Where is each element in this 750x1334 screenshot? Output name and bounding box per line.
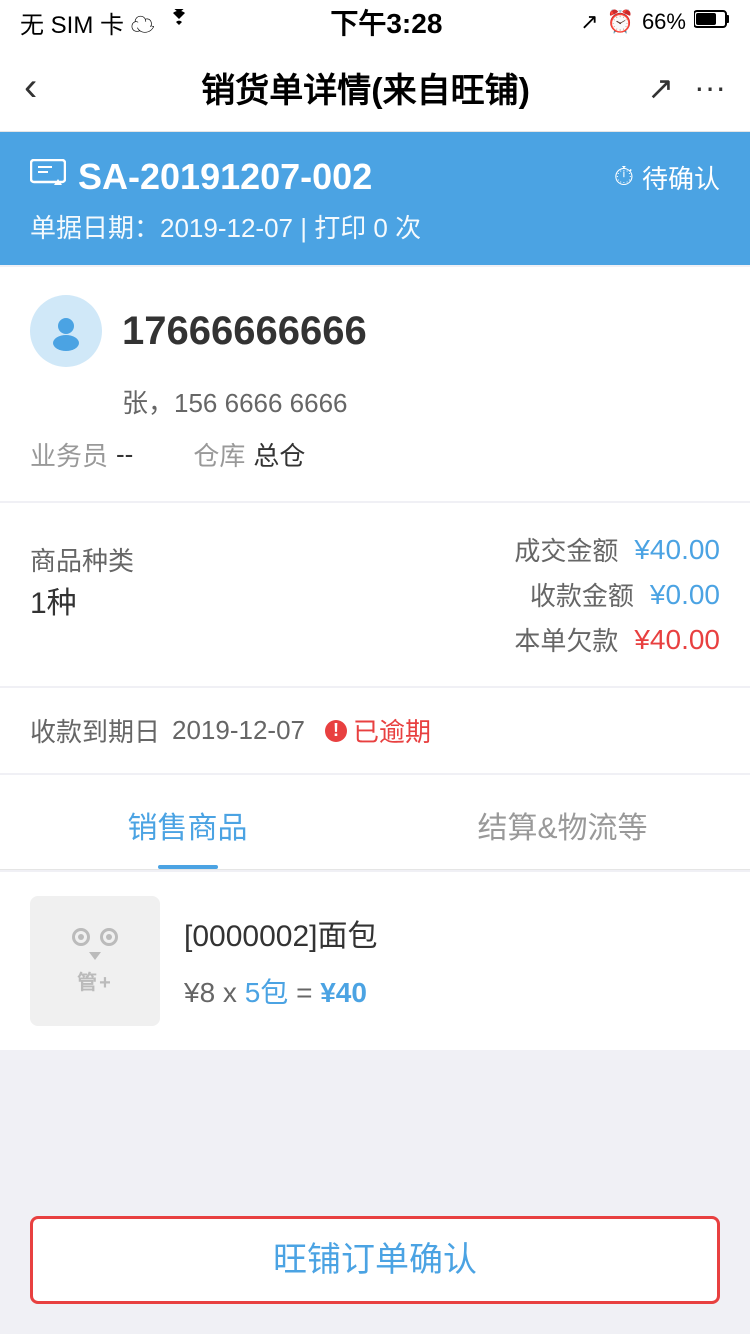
nav-title: 销货单详情(来自旺铺) <box>84 63 647 112</box>
customer-card: 17666666666 张，156 6666 6666 业务员 -- 仓库 总仓 <box>0 267 750 501</box>
salesperson-value: -- <box>116 439 133 470</box>
sim-status: 无 SIM 卡 ☁ <box>20 5 155 40</box>
owed-value: ¥40.00 <box>634 624 720 656</box>
battery-status: 66% <box>642 9 686 35</box>
due-value: 2019-12-07 <box>172 715 305 746</box>
warehouse-value: 总仓 <box>253 436 305 473</box>
owl-left-eye <box>72 928 90 946</box>
amount-row: 成交金额 ¥40.00 <box>514 531 720 568</box>
overdue-icon: ! <box>325 720 347 742</box>
customer-avatar <box>30 295 102 367</box>
product-info: [0000002]面包 ¥8 x 5包 = ¥40 <box>184 911 720 1011</box>
alarm-icon: ⏰ <box>607 9 634 35</box>
nav-bar: ‹ 销货单详情(来自旺铺) ↗ ··· <box>0 44 750 132</box>
nav-left: ‹ <box>24 65 84 110</box>
owl-beak <box>89 952 101 960</box>
tab-settlement-logistics[interactable]: 结算&物流等 <box>375 775 750 869</box>
status-right: ↗ ⏰ 66% <box>580 9 730 35</box>
confirm-order-button[interactable]: 旺铺订单确认 <box>30 1216 720 1304</box>
salesperson-label: 业务员 <box>30 436 108 473</box>
owl-text: 管+ <box>77 966 113 995</box>
more-button[interactable]: ··· <box>694 69 726 106</box>
product-card: 管+ [0000002]面包 ¥8 x 5包 = ¥40 <box>0 872 750 1050</box>
summary-card: 商品种类 1种 成交金额 ¥40.00 收款金额 ¥0.00 本单欠款 ¥40.… <box>0 503 750 686</box>
overdue-text: 已逾期 <box>353 712 431 749</box>
overdue-badge: ! 已逾期 <box>325 712 431 749</box>
status-left: 无 SIM 卡 ☁ <box>20 5 193 40</box>
product-logo: 管+ <box>72 928 118 995</box>
wifi-icon <box>165 8 193 36</box>
warehouse-label: 仓库 <box>193 436 245 473</box>
status-time: 下午3:28 <box>330 2 442 42</box>
back-button[interactable]: ‹ <box>24 65 37 110</box>
due-label: 收款到期日 <box>30 712 160 749</box>
equals-sign: = <box>296 977 320 1008</box>
tabs-container: 销售商品 结算&物流等 <box>0 775 750 870</box>
order-number-icon <box>30 156 66 198</box>
customer-meta: 业务员 -- 仓库 总仓 <box>30 436 720 473</box>
product-type-value: 1种 <box>30 578 134 622</box>
product-price: ¥8 x 5包 = ¥40 <box>184 971 720 1011</box>
product-qty: 5包 <box>245 977 289 1008</box>
order-header: SA-20191207-002 ⏱ 待确认 单据日期：2019-12-07 | … <box>0 132 750 265</box>
customer-phone: 17666666666 <box>122 309 367 354</box>
clock-icon: ⏱ <box>614 161 634 193</box>
summary-right: 成交金额 ¥40.00 收款金额 ¥0.00 本单欠款 ¥40.00 <box>514 531 720 658</box>
due-card: 收款到期日 2019-12-07 ! 已逾期 <box>0 688 750 773</box>
product-image: 管+ <box>30 896 160 1026</box>
status-bar: 无 SIM 卡 ☁ 下午3:28 ↗ ⏰ 66% <box>0 0 750 44</box>
received-value: ¥0.00 <box>650 579 720 611</box>
amount-value: ¥40.00 <box>634 534 720 566</box>
confirm-btn-container: 旺铺订单确认 <box>0 1196 750 1334</box>
summary-left: 商品种类 1种 <box>30 531 134 622</box>
price-text: ¥8 x <box>184 977 237 1008</box>
nav-right: ↗ ··· <box>647 69 726 107</box>
received-row: 收款金额 ¥0.00 <box>530 576 720 613</box>
warehouse-info: 仓库 总仓 <box>193 436 305 473</box>
salesperson-info: 业务员 -- <box>30 436 133 473</box>
owl-right-eye <box>100 928 118 946</box>
product-type-label: 商品种类 <box>30 541 134 578</box>
received-label: 收款金额 <box>530 576 634 613</box>
share-button[interactable]: ↗ <box>647 69 674 107</box>
battery-icon <box>694 9 730 35</box>
amount-label: 成交金额 <box>514 531 618 568</box>
location-icon: ↗ <box>580 9 598 35</box>
customer-name: 张，156 6666 6666 <box>30 383 720 420</box>
owed-row: 本单欠款 ¥40.00 <box>514 621 720 658</box>
product-name: [0000002]面包 <box>184 911 720 955</box>
order-date: 单据日期：2019-12-07 | 打印 0 次 <box>30 208 720 245</box>
order-status: ⏱ 待确认 <box>614 159 720 196</box>
order-number: SA-20191207-002 <box>30 156 372 198</box>
owed-label: 本单欠款 <box>514 621 618 658</box>
product-total: ¥40 <box>320 977 367 1008</box>
tab-sales-products[interactable]: 销售商品 <box>0 775 375 869</box>
